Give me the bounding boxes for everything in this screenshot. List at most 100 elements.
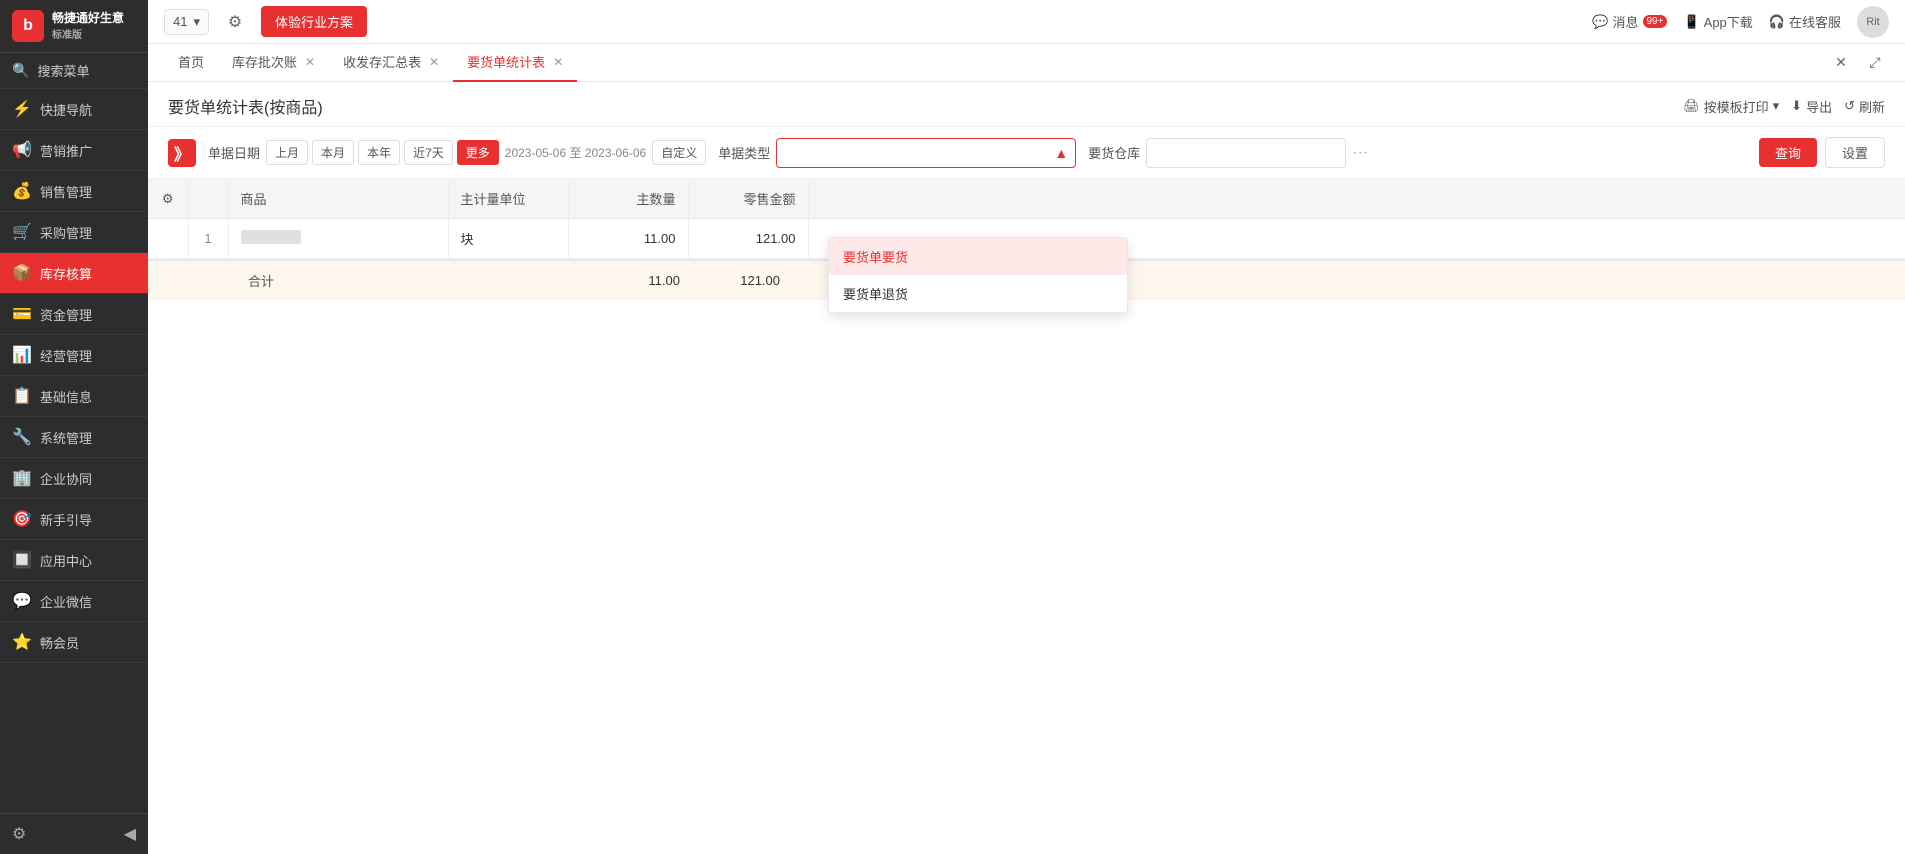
sidebar-item-quick-nav[interactable]: ⚡快捷导航 <box>0 89 148 130</box>
collapse-icon[interactable]: ◀ <box>124 824 136 844</box>
app-download-label: App下载 <box>1704 12 1753 31</box>
content-area: 要货单统计表(按商品) 🖨 按模板打印 ▾ ⬇ 导出 ↺ 刷新 》 <box>148 82 1905 854</box>
notification-btn[interactable]: 💬 消息 99+ <box>1592 12 1667 31</box>
date-range: 2023-05-06 至 2023-06-06 <box>505 144 646 161</box>
sidebar-item-enterprise[interactable]: 🏢企业协同 <box>0 458 148 499</box>
sidebar-bottom: ⚙ ◀ <box>0 813 148 854</box>
footer-amount: 121.00 <box>680 273 780 288</box>
notification-label: 消息 <box>1612 12 1638 31</box>
sidebar-item-guide[interactable]: 🎯新手引导 <box>0 499 148 540</box>
maximize-btn[interactable]: ⤢ <box>1861 49 1889 77</box>
sidebar-item-operations[interactable]: 📊经营管理 <box>0 335 148 376</box>
warehouse-input[interactable] <box>1146 138 1346 168</box>
col-quantity: 主数量 <box>568 179 688 219</box>
store-selector[interactable]: 41 ▾ <box>164 9 209 35</box>
geng-duo-btn[interactable]: 更多 <box>457 140 499 165</box>
refresh-btn[interactable]: ↺ 刷新 <box>1844 97 1885 116</box>
dropdown-item-order-return[interactable]: 要货单退货 <box>829 275 1127 312</box>
row-quantity: 11.00 <box>568 219 688 259</box>
shang-yue-btn[interactable]: 上月 <box>266 140 308 165</box>
app-download-btn[interactable]: 📱 App下载 <box>1683 12 1752 31</box>
brand-name: 畅捷通好生意 <box>52 11 124 27</box>
warehouse-more-btn[interactable]: ··· <box>1352 144 1368 162</box>
footer-quantity: 11.00 <box>580 273 680 288</box>
settings-icon[interactable]: ⚙ <box>12 824 26 844</box>
sidebar-item-corp-wechat[interactable]: 💬企业微信 <box>0 581 148 622</box>
tab-home[interactable]: 首页 <box>164 44 218 82</box>
set-btn[interactable]: 设置 <box>1825 137 1885 168</box>
col-settings[interactable]: ⚙ <box>148 179 188 219</box>
sidebar-label-inventory: 库存核算 <box>40 264 92 283</box>
tab-order-summary[interactable]: 要货单统计表 ✕ <box>453 44 577 82</box>
sidebar-label-app-center: 应用中心 <box>40 551 92 570</box>
sidebar-item-system[interactable]: 🔧系统管理 <box>0 417 148 458</box>
sidebar-label-operations: 经营管理 <box>40 346 92 365</box>
tab-label-order-summary: 要货单统计表 <box>467 52 545 71</box>
sidebar-item-sales[interactable]: 💰销售管理 <box>0 171 148 212</box>
sidebar-icon-members: ⭐ <box>12 632 32 652</box>
warehouse-group: 要货仓库 ··· <box>1088 138 1368 168</box>
export-icon: ⬇ <box>1791 98 1802 114</box>
tab-close-receive-summary[interactable]: ✕ <box>429 55 439 69</box>
row-index: 1 <box>188 219 228 259</box>
header-left: 41 ▾ ⚙ 体验行业方案 <box>164 6 367 37</box>
refresh-icon: ↺ <box>1844 98 1855 114</box>
sidebar-icon-quick-nav: ⚡ <box>12 99 32 119</box>
header-settings-btn[interactable]: ⚙ <box>221 8 249 36</box>
app-download-icon: 📱 <box>1683 14 1699 30</box>
tab-receive-summary[interactable]: 收发存汇总表 ✕ <box>329 44 453 82</box>
jin7-btn[interactable]: 近7天 <box>404 140 453 165</box>
date-buttons: 上月 本月 本年 近7天 更多 <box>266 140 499 165</box>
sidebar-label-sales: 销售管理 <box>40 182 92 201</box>
sidebar-search[interactable]: 🔍 搜索菜单 <box>0 53 148 89</box>
tab-label-receive-summary: 收发存汇总表 <box>343 52 421 71</box>
avatar[interactable]: Rit <box>1857 6 1889 38</box>
sidebar-icon-corp-wechat: 💬 <box>12 591 32 611</box>
sidebar-icon-finance: 💳 <box>12 304 32 324</box>
row-product <box>228 219 448 259</box>
sidebar-item-members[interactable]: ⭐畅会员 <box>0 622 148 663</box>
sidebar-label-marketing: 营销推广 <box>40 141 92 160</box>
type-filter-label: 单据类型 <box>718 143 770 162</box>
tabs-bar: 首页库存批次账✕ 收发存汇总表 ✕ 要货单统计表 ✕ ✕ ⤢ <box>148 44 1905 82</box>
print-template-btn[interactable]: 🖨 按模板打印 ▾ <box>1683 97 1779 116</box>
filter-bar: 》 单据日期 上月 本月 本年 近7天 更多 2023-05-06 至 2023… <box>148 127 1905 179</box>
query-btn[interactable]: 查询 <box>1759 138 1817 167</box>
sidebar-label-purchase: 采购管理 <box>40 223 92 242</box>
close-all-btn[interactable]: ✕ <box>1827 49 1855 77</box>
dropdown-item-order-goods[interactable]: 要货单要货 <box>829 238 1127 275</box>
chevron-down-icon: ▾ <box>193 14 200 30</box>
date-filter-label: 单据日期 <box>208 143 260 162</box>
tab-label-home: 首页 <box>178 52 204 71</box>
ben-nian-btn[interactable]: 本年 <box>358 140 400 165</box>
sidebar-icon-enterprise: 🏢 <box>12 468 32 488</box>
filter-expand-btn[interactable]: 》 <box>168 139 196 167</box>
type-select-input[interactable] <box>776 138 1076 168</box>
sidebar-item-basic-info[interactable]: 📋基础信息 <box>0 376 148 417</box>
export-btn[interactable]: ⬇ 导出 <box>1791 97 1832 116</box>
sidebar-items: ⚡快捷导航📢营销推广💰销售管理🛒采购管理📦库存核算💳资金管理📊经营管理📋基础信息… <box>0 89 148 663</box>
export-label: 导出 <box>1806 97 1832 116</box>
notification-badge: 99+ <box>1643 15 1668 28</box>
page-header: 要货单统计表(按商品) 🖨 按模板打印 ▾ ⬇ 导出 ↺ 刷新 <box>148 82 1905 127</box>
row-settings <box>148 219 188 259</box>
tab-close-order-summary[interactable]: ✕ <box>553 55 563 69</box>
ben-yue-btn[interactable]: 本月 <box>312 140 354 165</box>
trial-btn[interactable]: 体验行业方案 <box>261 6 367 37</box>
sidebar-item-marketing[interactable]: 📢营销推广 <box>0 130 148 171</box>
print-icon: 🖨 <box>1683 98 1700 114</box>
brand-sub: 标准版 <box>52 26 124 41</box>
tab-inventory-batch[interactable]: 库存批次账✕ <box>218 44 329 82</box>
online-service-btn[interactable]: 🎧 在线客服 <box>1769 12 1841 31</box>
custom-date-btn[interactable]: 自定义 <box>652 140 706 165</box>
chevron-down-icon2: ▾ <box>1773 98 1780 114</box>
sidebar-item-app-center[interactable]: 🔲应用中心 <box>0 540 148 581</box>
sidebar-item-inventory[interactable]: 📦库存核算 <box>0 253 148 294</box>
search-icon: 🔍 <box>12 62 29 79</box>
sidebar-item-purchase[interactable]: 🛒采购管理 <box>0 212 148 253</box>
sidebar: b 畅捷通好生意 标准版 🔍 搜索菜单 ⚡快捷导航📢营销推广💰销售管理🛒采购管理… <box>0 0 148 854</box>
sidebar-item-finance[interactable]: 💳资金管理 <box>0 294 148 335</box>
col-extra <box>808 179 1905 219</box>
header-right: 💬 消息 99+ 📱 App下载 🎧 在线客服 Rit <box>1592 6 1889 38</box>
tab-close-inventory-batch[interactable]: ✕ <box>305 55 315 69</box>
